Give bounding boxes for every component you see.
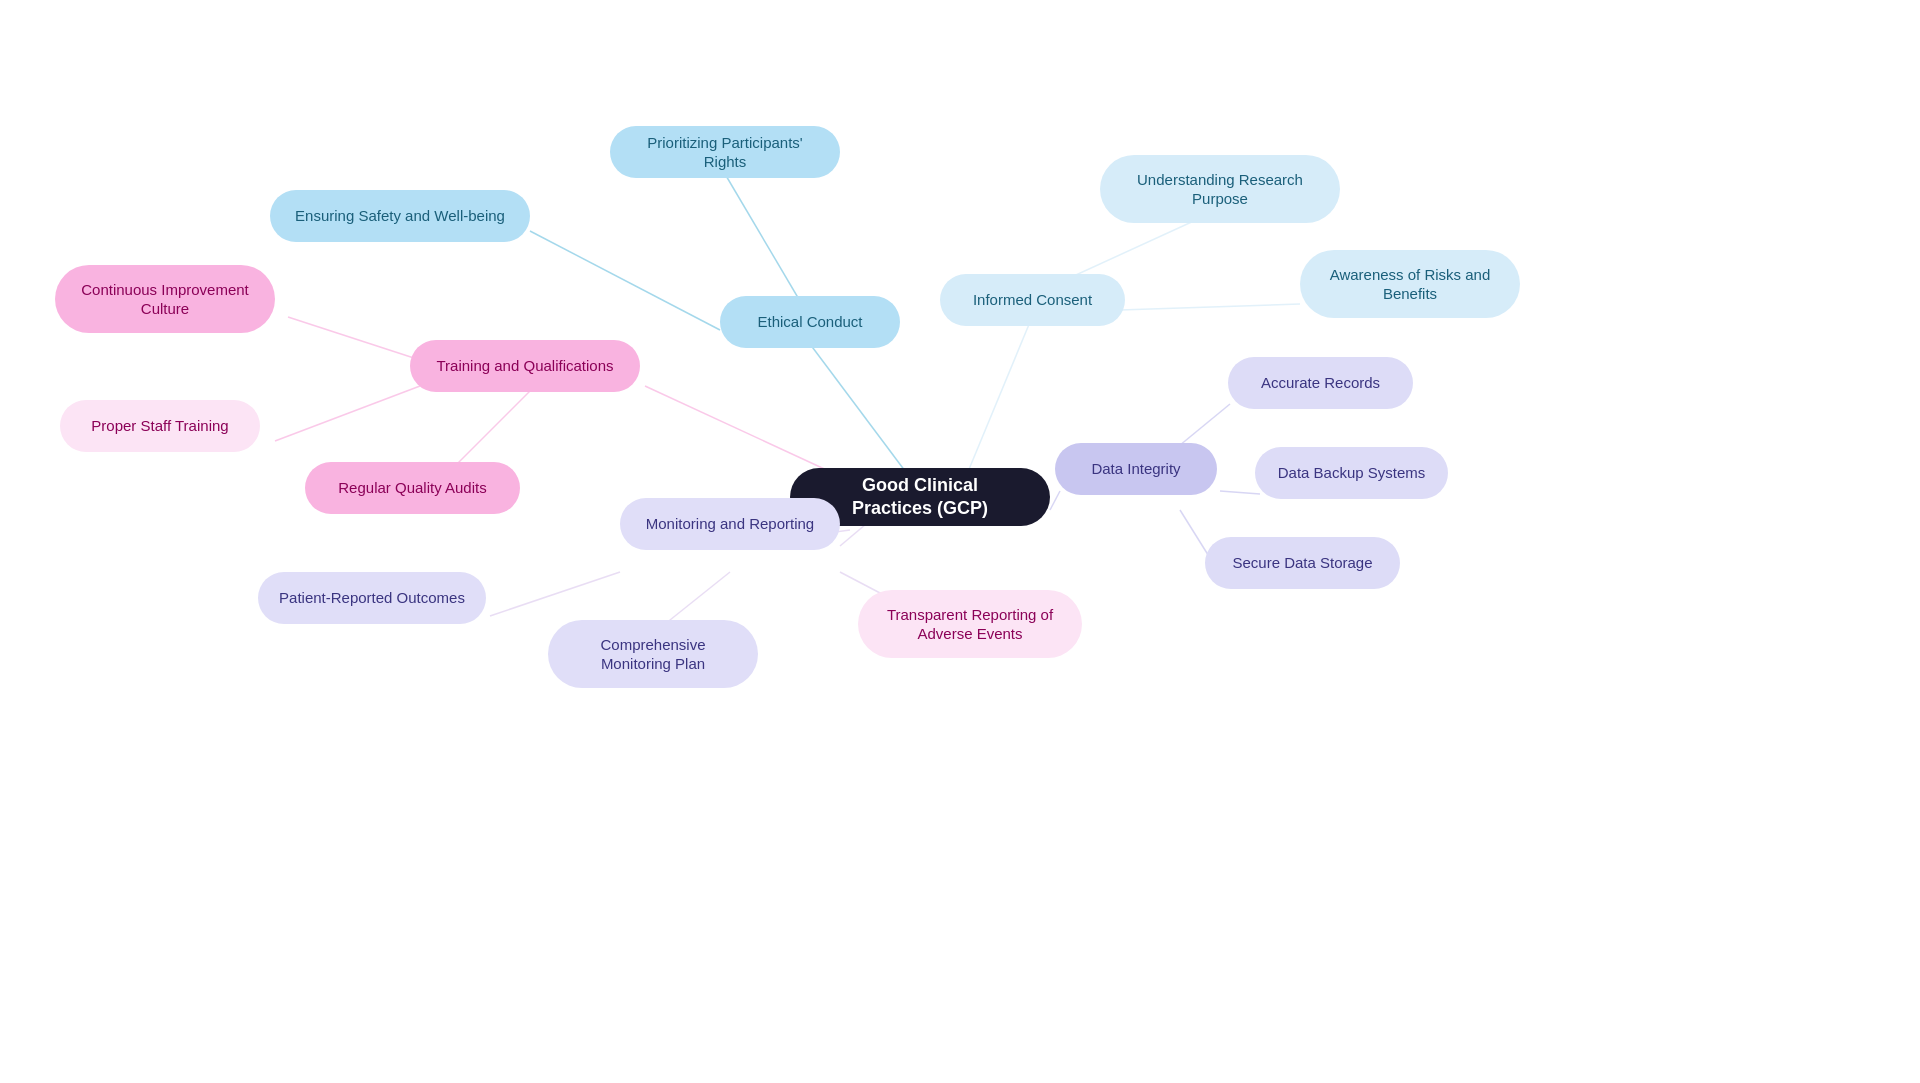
svg-line-2 [530,231,720,330]
continuous-node: Continuous Improvement Culture [55,265,275,333]
prioritizing-node: Prioritizing Participants' Rights [610,126,840,178]
svg-line-13 [490,572,620,616]
monitoring-node: Monitoring and Reporting [620,498,840,550]
regular-audits-node: Regular Quality Audits [305,462,520,514]
understanding-node: Understanding Research Purpose [1100,155,1340,223]
accurate-records-node: Accurate Records [1228,357,1413,409]
informed-consent-node: Informed Consent [940,274,1125,326]
ethical-conduct-node: Ethical Conduct [720,296,900,348]
secure-storage-node: Secure Data Storage [1205,537,1400,589]
comprehensive-node: Comprehensive Monitoring Plan [548,620,758,688]
svg-line-18 [1180,510,1210,558]
training-node: Training and Qualifications [410,340,640,392]
svg-line-15 [1050,491,1060,510]
svg-line-9 [275,386,420,441]
data-backup-node: Data Backup Systems [1255,447,1448,499]
patient-outcomes-node: Patient-Reported Outcomes [258,572,486,624]
awareness-node: Awareness of Risks and Benefits [1300,250,1520,318]
svg-line-17 [1220,491,1260,494]
svg-line-3 [960,322,1030,491]
transparent-node: Transparent Reporting of Adverse Events [858,590,1082,658]
ensuring-safety-node: Ensuring Safety and Well-being [270,190,530,242]
proper-staff-node: Proper Staff Training [60,400,260,452]
data-integrity-node: Data Integrity [1055,443,1217,495]
svg-line-8 [288,317,420,360]
svg-line-5 [1120,304,1300,310]
